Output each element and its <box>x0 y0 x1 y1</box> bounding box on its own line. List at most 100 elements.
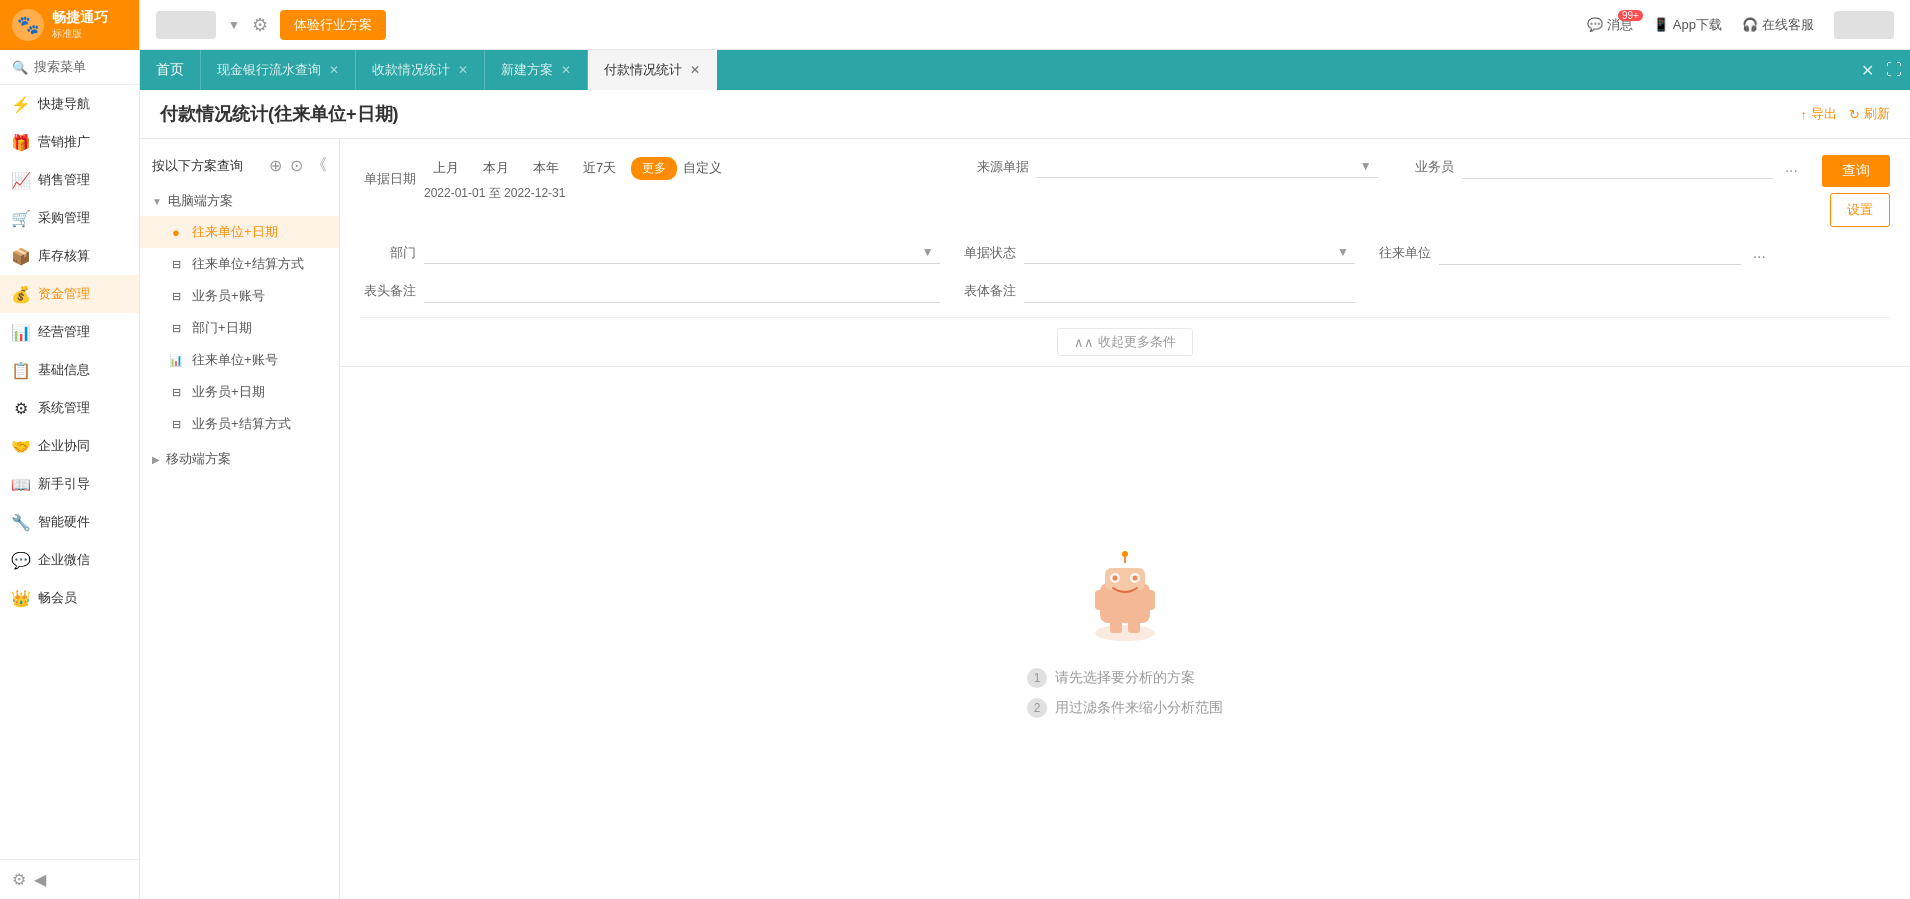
scheme-item-dept-date[interactable]: ⊟ 部门+日期 <box>140 312 339 344</box>
hardware-label: 智能硬件 <box>38 513 90 531</box>
filter-partner-item: 往来单位 ... <box>1375 241 1770 265</box>
empty-state: 1 请先选择要分析的方案 2 用过滤条件来缩小分析范围 <box>340 367 1910 899</box>
sidebar-footer: ⚙ ◀ <box>0 859 139 899</box>
system-icon: ⚙ <box>12 399 30 417</box>
query-button[interactable]: 查询 <box>1822 155 1890 187</box>
scheme-item-unit-account[interactable]: 📊 往来单位+账号 <box>140 344 339 376</box>
scheme-add-icon[interactable]: ⊕ <box>269 156 282 175</box>
query-settings-col: 查询 设置 <box>1822 155 1890 227</box>
tab-receipt-stats[interactable]: 收款情况统计 ✕ <box>356 50 485 90</box>
scheme-sidebar-header: 按以下方案查询 ⊕ ⊙ 《 <box>140 149 339 182</box>
new-scheme-tab-close-icon[interactable]: ✕ <box>561 63 571 77</box>
table-head-note-input[interactable] <box>424 279 940 303</box>
date-btn-more[interactable]: 更多 <box>631 157 677 180</box>
sidebar-item-finance[interactable]: 💰 资金管理 <box>0 275 139 313</box>
scheme-item-staff-date[interactable]: ⊟ 业务员+日期 <box>140 376 339 408</box>
app-download-action[interactable]: 📱 App下载 <box>1653 16 1722 34</box>
doc-status-select[interactable]: ▼ <box>1024 241 1355 264</box>
export-icon: ↑ <box>1801 107 1808 122</box>
payment-stats-tab-close-icon[interactable]: ✕ <box>690 63 700 77</box>
dept-select[interactable]: ▼ <box>424 241 940 264</box>
date-btn-this-month[interactable]: 本月 <box>474 155 518 181</box>
filter-staff-item: 业务员 ... <box>1398 155 1802 179</box>
settings-button[interactable]: 设置 <box>1830 193 1890 227</box>
topbar-actions: 💬 消息 99+ 📱 App下载 🎧 在线客服 <box>1587 11 1894 39</box>
scheme-settings-icon[interactable]: ⊙ <box>290 156 303 175</box>
message-action[interactable]: 💬 消息 99+ <box>1587 16 1633 34</box>
topbar-arrow-icon[interactable]: ▼ <box>228 18 240 32</box>
refresh-action[interactable]: ↻ 刷新 <box>1849 105 1890 123</box>
date-range-container: 上月 本月 本年 近7天 更多 自定义 2022-01-01 至 2022-12… <box>424 155 722 202</box>
date-filter-label: 单据日期 <box>360 170 416 188</box>
scheme-section-pc-title[interactable]: ▼ 电脑端方案 <box>140 186 339 216</box>
marketing-label: 营销推广 <box>38 133 90 151</box>
date-btn-this-year[interactable]: 本年 <box>524 155 568 181</box>
online-service-action[interactable]: 🎧 在线客服 <box>1742 16 1814 34</box>
sidebar-item-basic[interactable]: 📋 基础信息 <box>0 351 139 389</box>
scheme-item-unit-settle[interactable]: ⊟ 往来单位+结算方式 <box>140 248 339 280</box>
export-action[interactable]: ↑ 导出 <box>1801 105 1838 123</box>
operation-label: 经营管理 <box>38 323 90 341</box>
svg-point-5 <box>1113 576 1118 581</box>
scheme-sidebar-title: 按以下方案查询 <box>152 157 243 175</box>
partner-dots[interactable]: ... <box>1749 244 1770 262</box>
tab-new-scheme[interactable]: 新建方案 ✕ <box>485 50 588 90</box>
tab-home[interactable]: 首页 <box>140 50 201 90</box>
date-btn-last-month[interactable]: 上月 <box>424 155 468 181</box>
dept-select-arrow-icon: ▼ <box>922 245 934 259</box>
scheme-collapse-icon[interactable]: 《 <box>311 155 327 176</box>
sidebar-item-enterprise[interactable]: 🤝 企业协同 <box>0 427 139 465</box>
scheme-item-unit-date[interactable]: ● 往来单位+日期 <box>140 216 339 248</box>
empty-illustration <box>1075 548 1175 648</box>
scheme-section-mobile-title[interactable]: ▶ 移动端方案 <box>140 444 339 474</box>
tab-bank-flow[interactable]: 现金银行流水查询 ✕ <box>201 50 356 90</box>
online-service-label: 在线客服 <box>1762 16 1814 34</box>
sidebar-item-guide[interactable]: 📖 新手引导 <box>0 465 139 503</box>
search-menu[interactable]: 🔍 搜索菜单 <box>0 50 139 85</box>
window-maximize-icon[interactable]: ⛶ <box>1886 61 1902 79</box>
enterprise-label: 企业协同 <box>38 437 90 455</box>
receipt-stats-tab-close-icon[interactable]: ✕ <box>458 63 468 77</box>
purchase-label: 采购管理 <box>38 209 90 227</box>
tip-num-1: 1 <box>1027 668 1047 688</box>
bank-flow-tab-close-icon[interactable]: ✕ <box>329 63 339 77</box>
collapse-button[interactable]: ∧∧ 收起更多条件 <box>1057 328 1193 356</box>
new-scheme-tab-label: 新建方案 <box>501 61 553 79</box>
doc-status-select-arrow-icon: ▼ <box>1337 245 1349 259</box>
staff-dots[interactable]: ... <box>1781 158 1802 176</box>
date-btn-7days[interactable]: 近7天 <box>574 155 625 181</box>
scheme-item-staff-settle[interactable]: ⊟ 业务员+结算方式 <box>140 408 339 440</box>
sidebar-item-operation[interactable]: 📊 经营管理 <box>0 313 139 351</box>
sidebar-item-wechat[interactable]: 💬 企业微信 <box>0 541 139 579</box>
sidebar-item-inventory[interactable]: 📦 库存核算 <box>0 237 139 275</box>
source-select[interactable]: ▼ <box>1037 155 1377 178</box>
sidebar-item-quick-nav[interactable]: ⚡ 快捷导航 <box>0 85 139 123</box>
tabbar: 首页 现金银行流水查询 ✕ 收款情况统计 ✕ 新建方案 ✕ 付款情况统计 ✕ ✕… <box>140 50 1910 90</box>
trial-button[interactable]: 体验行业方案 <box>280 10 386 40</box>
sidebar-item-member[interactable]: 👑 畅会员 <box>0 579 139 617</box>
collapse-bar: ∧∧ 收起更多条件 <box>360 317 1890 366</box>
scheme-item-staff-account[interactable]: ⊟ 业务员+账号 <box>140 280 339 312</box>
sidebar-item-hardware[interactable]: 🔧 智能硬件 <box>0 503 139 541</box>
footer-collapse-icon[interactable]: ◀ <box>34 870 46 889</box>
sidebar-item-system[interactable]: ⚙ 系统管理 <box>0 389 139 427</box>
sidebar-item-purchase[interactable]: 🛒 采购管理 <box>0 199 139 237</box>
partner-input[interactable] <box>1439 241 1741 265</box>
table-body-note-input[interactable] <box>1024 279 1355 303</box>
tab-payment-stats[interactable]: 付款情况统计 ✕ <box>588 50 717 90</box>
footer-settings-icon[interactable]: ⚙ <box>12 870 26 889</box>
date-btn-custom[interactable]: 自定义 <box>683 159 722 177</box>
unit-account-icon: 📊 <box>168 352 184 368</box>
logo-sub: 标准版 <box>52 27 108 41</box>
operation-icon: 📊 <box>12 323 30 341</box>
sidebar-item-marketing[interactable]: 🎁 营销推广 <box>0 123 139 161</box>
system-label: 系统管理 <box>38 399 90 417</box>
pc-section-label: 电脑端方案 <box>168 192 233 210</box>
sidebar-item-sales[interactable]: 📈 销售管理 <box>0 161 139 199</box>
topbar-username[interactable] <box>1834 11 1894 39</box>
scheme-sidebar-header-actions: ⊕ ⊙ 《 <box>269 155 327 176</box>
window-close-icon[interactable]: ✕ <box>1861 61 1874 80</box>
mobile-section-arrow-icon: ▶ <box>152 454 160 465</box>
staff-input[interactable] <box>1462 155 1773 179</box>
topbar-settings-icon[interactable]: ⚙ <box>252 14 268 36</box>
